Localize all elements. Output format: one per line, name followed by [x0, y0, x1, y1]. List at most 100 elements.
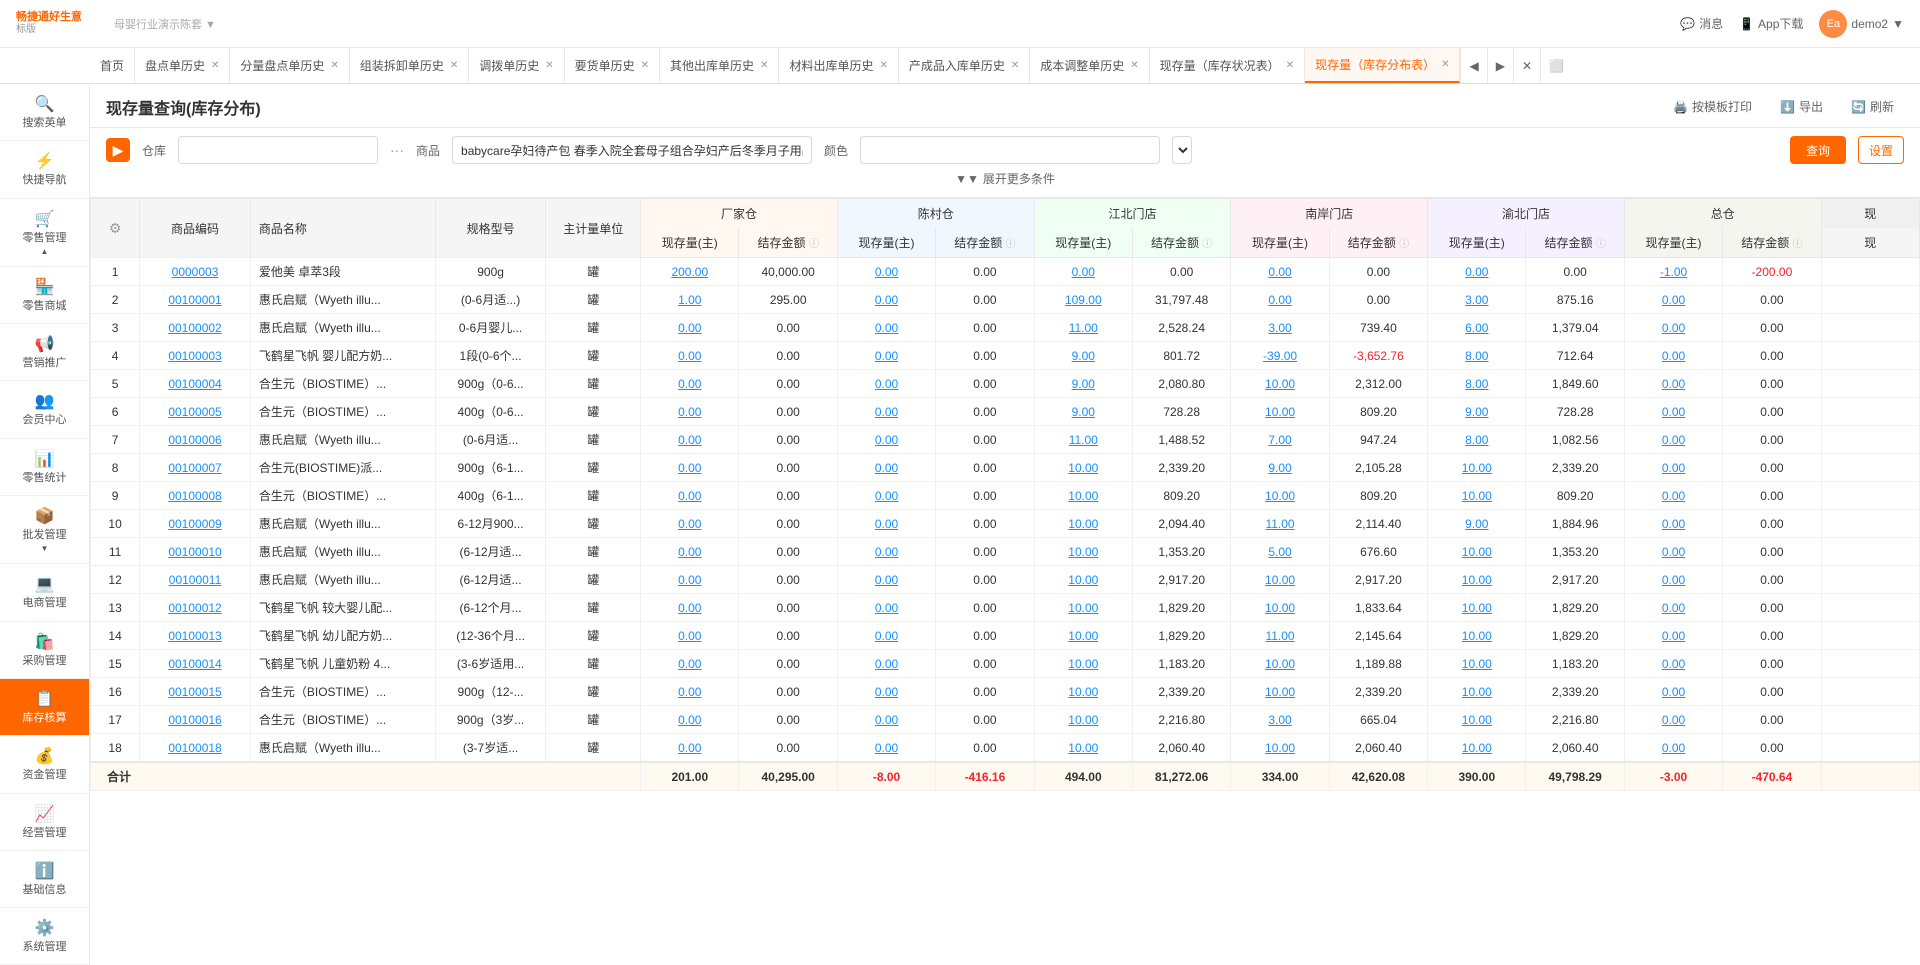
table-container[interactable]: ⚙ 商品编码 商品名称 规格型号 主计量单位 厂家仓 陈村仓 江北门店 南岸门店…	[90, 198, 1920, 965]
tab-close-transfer[interactable]: ✕	[545, 60, 553, 71]
cell-jb-qty[interactable]: 9.00	[1034, 370, 1132, 398]
cell-yb-qty[interactable]: 10.00	[1428, 706, 1526, 734]
warehouse-input[interactable]	[178, 136, 378, 164]
cell-jb-qty[interactable]: 10.00	[1034, 538, 1132, 566]
cell-code[interactable]: 00100010	[140, 538, 251, 566]
sidebar-item-system[interactable]: ⚙️ 系统管理	[0, 908, 89, 965]
cell-m-qty[interactable]: 0.00	[837, 650, 935, 678]
cell-jb-qty[interactable]: 10.00	[1034, 454, 1132, 482]
cell-jb-qty[interactable]: 9.00	[1034, 398, 1132, 426]
cell-code[interactable]: 00100016	[140, 706, 251, 734]
cell-code[interactable]: 00100006	[140, 426, 251, 454]
cell-t-qty[interactable]: 0.00	[1624, 678, 1722, 706]
cell-na-qty[interactable]: 11.00	[1231, 510, 1329, 538]
cell-f-qty[interactable]: 0.00	[641, 622, 739, 650]
cell-na-qty[interactable]: 3.00	[1231, 706, 1329, 734]
print-btn[interactable]: 🖨️ 按模板打印	[1663, 94, 1762, 119]
cell-code[interactable]: 00100003	[140, 342, 251, 370]
cell-f-qty[interactable]: 0.00	[641, 398, 739, 426]
cell-f-qty[interactable]: 0.00	[641, 566, 739, 594]
cell-f-qty[interactable]: 0.00	[641, 650, 739, 678]
cell-code[interactable]: 00100015	[140, 678, 251, 706]
tab-stock-status[interactable]: 现存量（库存状况表）✕	[1150, 48, 1305, 83]
cell-jb-qty[interactable]: 11.00	[1034, 426, 1132, 454]
cell-m-qty[interactable]: 0.00	[837, 258, 935, 286]
cell-na-qty[interactable]: 9.00	[1231, 454, 1329, 482]
info-icon-jb[interactable]: ⓘ	[1202, 239, 1212, 250]
cell-f-qty[interactable]: 0.00	[641, 734, 739, 763]
export-btn[interactable]: ⬇️ 导出	[1770, 94, 1833, 119]
cell-m-qty[interactable]: 0.00	[837, 454, 935, 482]
cell-t-qty[interactable]: 0.00	[1624, 622, 1722, 650]
cell-na-qty[interactable]: 0.00	[1231, 258, 1329, 286]
industry-selector[interactable]: 母婴行业演示陈套 ▼	[114, 16, 216, 32]
cell-yb-qty[interactable]: 10.00	[1428, 594, 1526, 622]
cell-t-qty[interactable]: 0.00	[1624, 566, 1722, 594]
cell-jb-qty[interactable]: 10.00	[1034, 594, 1132, 622]
cell-code[interactable]: 00100013	[140, 622, 251, 650]
cell-na-qty[interactable]: 10.00	[1231, 734, 1329, 763]
tab-assembly[interactable]: 组装拆卸单历史 ✕	[350, 48, 469, 83]
cell-f-qty[interactable]: 1.00	[641, 286, 739, 314]
cell-m-qty[interactable]: 0.00	[837, 510, 935, 538]
refresh-btn[interactable]: 🔄 刷新	[1841, 94, 1904, 119]
color-input[interactable]	[860, 136, 1160, 164]
cell-f-qty[interactable]: 0.00	[641, 314, 739, 342]
cell-yb-qty[interactable]: 10.00	[1428, 678, 1526, 706]
cell-t-qty[interactable]: 0.00	[1624, 482, 1722, 510]
cell-yb-qty[interactable]: 9.00	[1428, 398, 1526, 426]
sidebar-item-operations[interactable]: 📈 经营管理	[0, 794, 89, 851]
cell-jb-qty[interactable]: 10.00	[1034, 510, 1132, 538]
app-download-btn[interactable]: 📱 App下载	[1739, 15, 1803, 32]
cell-na-qty[interactable]: 10.00	[1231, 566, 1329, 594]
tab-material-out[interactable]: 材料出库单历史 ✕	[779, 48, 898, 83]
tab-partial-check[interactable]: 分量盘点单历史 ✕	[230, 48, 349, 83]
cell-m-qty[interactable]: 0.00	[837, 538, 935, 566]
cell-na-qty[interactable]: 10.00	[1231, 370, 1329, 398]
cell-jb-qty[interactable]: 10.00	[1034, 706, 1132, 734]
cell-f-qty[interactable]: 0.00	[641, 594, 739, 622]
cell-yb-qty[interactable]: 10.00	[1428, 566, 1526, 594]
cell-na-qty[interactable]: 0.00	[1231, 286, 1329, 314]
cell-code[interactable]: 00100007	[140, 454, 251, 482]
cell-jb-qty[interactable]: 10.00	[1034, 482, 1132, 510]
cell-yb-qty[interactable]: 9.00	[1428, 510, 1526, 538]
sidebar-item-finance[interactable]: 💰 资金管理	[0, 736, 89, 793]
cell-t-qty[interactable]: 0.00	[1624, 454, 1722, 482]
cell-f-qty[interactable]: 0.00	[641, 426, 739, 454]
cell-na-qty[interactable]: -39.00	[1231, 342, 1329, 370]
cell-code[interactable]: 00100012	[140, 594, 251, 622]
cell-m-qty[interactable]: 0.00	[837, 370, 935, 398]
cell-m-qty[interactable]: 0.00	[837, 482, 935, 510]
cell-yb-qty[interactable]: 10.00	[1428, 454, 1526, 482]
cell-jb-qty[interactable]: 10.00	[1034, 650, 1132, 678]
info-icon-m[interactable]: ⓘ	[1006, 239, 1016, 250]
cell-m-qty[interactable]: 0.00	[837, 342, 935, 370]
cell-f-qty[interactable]: 0.00	[641, 370, 739, 398]
cell-t-qty[interactable]: 0.00	[1624, 734, 1722, 763]
cell-yb-qty[interactable]: 10.00	[1428, 650, 1526, 678]
cell-code[interactable]: 00100002	[140, 314, 251, 342]
cell-na-qty[interactable]: 10.00	[1231, 678, 1329, 706]
cell-na-qty[interactable]: 10.00	[1231, 594, 1329, 622]
cell-t-qty[interactable]: 0.00	[1624, 370, 1722, 398]
cell-jb-qty[interactable]: 9.00	[1034, 342, 1132, 370]
sidebar-item-retail-mgmt[interactable]: 🛒 零售管理 ▲	[0, 199, 89, 267]
cell-code[interactable]: 00100008	[140, 482, 251, 510]
sidebar-item-inventory[interactable]: 📋 库存核算	[0, 679, 89, 736]
cell-m-qty[interactable]: 0.00	[837, 706, 935, 734]
cell-code[interactable]: 00100001	[140, 286, 251, 314]
tab-home[interactable]: 首页	[90, 48, 135, 83]
message-btn[interactable]: 💬 消息	[1680, 15, 1723, 32]
info-icon-yb[interactable]: ⓘ	[1596, 239, 1606, 250]
tab-close-assembly[interactable]: ✕	[450, 60, 458, 71]
cell-t-qty[interactable]: 0.00	[1624, 594, 1722, 622]
tab-close-material-out[interactable]: ✕	[879, 60, 887, 71]
cell-na-qty[interactable]: 7.00	[1231, 426, 1329, 454]
cell-code[interactable]: 00100009	[140, 510, 251, 538]
tab-close-all[interactable]: ✕	[1513, 48, 1540, 83]
sidebar-item-wholesale[interactable]: 📦 批发管理 ▼	[0, 496, 89, 564]
cell-jb-qty[interactable]: 11.00	[1034, 314, 1132, 342]
cell-t-qty[interactable]: 0.00	[1624, 286, 1722, 314]
sidebar-item-retail-shop[interactable]: 🏪 零售商城	[0, 267, 89, 324]
